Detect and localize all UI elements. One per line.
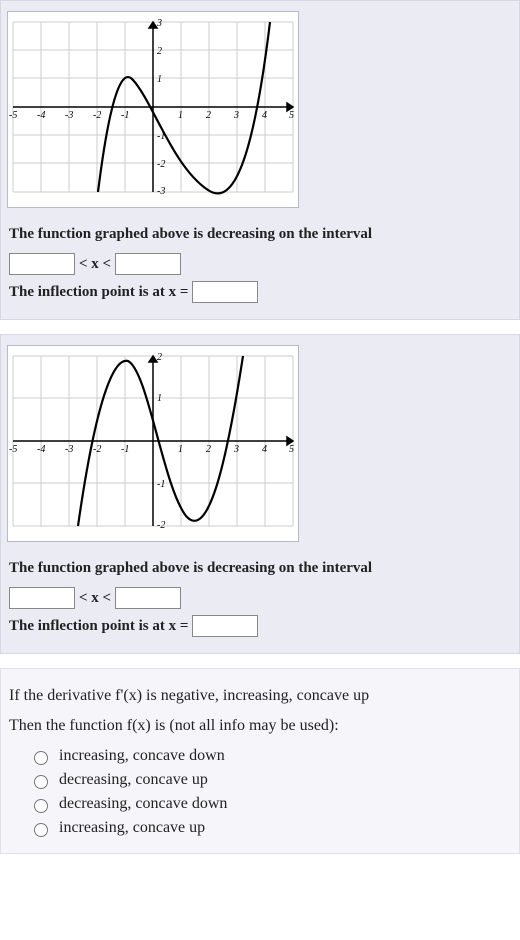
svg-text:-5: -5 bbox=[9, 444, 17, 455]
q3-option-2-label: decreasing, concave up bbox=[59, 771, 208, 789]
svg-text:-3: -3 bbox=[65, 110, 73, 121]
q1-left-input[interactable] bbox=[9, 253, 75, 275]
q1-inflection-text: The inflection point is at x = bbox=[9, 284, 188, 301]
problem-2: -5 -4 -3 -2 -1 1 2 3 4 5 2 1 -1 -2 The function gr… bbox=[0, 334, 520, 654]
grid: -5-4-3-2-1 12345 321 -1-2-3 bbox=[9, 18, 294, 197]
grid-2: -5 -4 -3 -2 -1 1 2 3 4 5 2 1 -1 -2 bbox=[9, 352, 294, 531]
q3-radio-4[interactable] bbox=[34, 823, 48, 837]
q2-lt-x-lt: < x < bbox=[79, 590, 111, 607]
q3-radio-1[interactable] bbox=[34, 751, 48, 765]
q3-option-3[interactable]: decreasing, concave down bbox=[29, 795, 511, 813]
q2-left-input[interactable] bbox=[9, 587, 75, 609]
q3-line1: If the derivative f'(x) is negative, inc… bbox=[9, 687, 511, 705]
q2-inflection-text: The inflection point is at x = bbox=[9, 618, 188, 635]
svg-text:3: 3 bbox=[233, 444, 239, 455]
graph-1-box: -5-4-3-2-1 12345 321 -1-2-3 bbox=[7, 11, 299, 208]
svg-text:-4: -4 bbox=[37, 110, 45, 121]
q3-option-4[interactable]: increasing, concave up bbox=[29, 819, 511, 837]
svg-text:1: 1 bbox=[178, 444, 183, 455]
svg-text:3: 3 bbox=[156, 18, 162, 29]
q3-option-2[interactable]: decreasing, concave up bbox=[29, 771, 511, 789]
q1-decreasing-text: The function graphed above is decreasing… bbox=[9, 226, 511, 243]
svg-text:2: 2 bbox=[206, 444, 211, 455]
q3-option-1-label: increasing, concave down bbox=[59, 747, 225, 765]
svg-text:2: 2 bbox=[157, 46, 162, 57]
svg-text:-2: -2 bbox=[157, 520, 165, 531]
q3-line2: Then the function f(x) is (not all info … bbox=[9, 717, 511, 735]
svg-text:-5: -5 bbox=[9, 110, 17, 121]
svg-text:5: 5 bbox=[289, 110, 294, 121]
graph-2-box: -5 -4 -3 -2 -1 1 2 3 4 5 2 1 -1 -2 bbox=[7, 345, 299, 542]
svg-text:1: 1 bbox=[178, 110, 183, 121]
svg-text:-4: -4 bbox=[37, 444, 45, 455]
graph-2-svg: -5 -4 -3 -2 -1 1 2 3 4 5 2 1 -1 -2 bbox=[8, 346, 298, 536]
svg-text:-1: -1 bbox=[121, 110, 129, 121]
svg-text:2: 2 bbox=[157, 352, 162, 363]
svg-text:-3: -3 bbox=[65, 444, 73, 455]
svg-text:4: 4 bbox=[262, 444, 267, 455]
svg-text:-2: -2 bbox=[157, 159, 165, 170]
graph-1-svg: -5-4-3-2-1 12345 321 -1-2-3 bbox=[8, 12, 298, 202]
q2-decreasing-text: The function graphed above is decreasing… bbox=[9, 560, 511, 577]
svg-text:4: 4 bbox=[262, 110, 267, 121]
q2-right-input[interactable] bbox=[115, 587, 181, 609]
svg-text:1: 1 bbox=[157, 74, 162, 85]
q1-inflection-row: The inflection point is at x = bbox=[9, 281, 511, 303]
svg-text:-1: -1 bbox=[157, 479, 165, 490]
svg-text:-2: -2 bbox=[93, 444, 101, 455]
q2-inflection-input[interactable] bbox=[192, 615, 258, 637]
svg-text:2: 2 bbox=[206, 110, 211, 121]
svg-text:-1: -1 bbox=[121, 444, 129, 455]
svg-text:5: 5 bbox=[289, 444, 294, 455]
q2-interval-row: < x < bbox=[9, 587, 511, 609]
problem-1: -5-4-3-2-1 12345 321 -1-2-3 The function… bbox=[0, 0, 520, 320]
q3-radio-2[interactable] bbox=[34, 775, 48, 789]
svg-text:-3: -3 bbox=[157, 186, 165, 197]
q1-lt-x-lt: < x < bbox=[79, 256, 111, 273]
problem-3: If the derivative f'(x) is negative, inc… bbox=[0, 668, 520, 854]
svg-text:3: 3 bbox=[233, 110, 239, 121]
q2-inflection-row: The inflection point is at x = bbox=[9, 615, 511, 637]
svg-text:-2: -2 bbox=[93, 110, 101, 121]
svg-text:1: 1 bbox=[157, 393, 162, 404]
q3-option-1[interactable]: increasing, concave down bbox=[29, 747, 511, 765]
q3-option-3-label: decreasing, concave down bbox=[59, 795, 227, 813]
q1-right-input[interactable] bbox=[115, 253, 181, 275]
q1-inflection-input[interactable] bbox=[192, 281, 258, 303]
q3-option-4-label: increasing, concave up bbox=[59, 819, 205, 837]
q3-radio-3[interactable] bbox=[34, 799, 48, 813]
q1-interval-row: < x < bbox=[9, 253, 511, 275]
